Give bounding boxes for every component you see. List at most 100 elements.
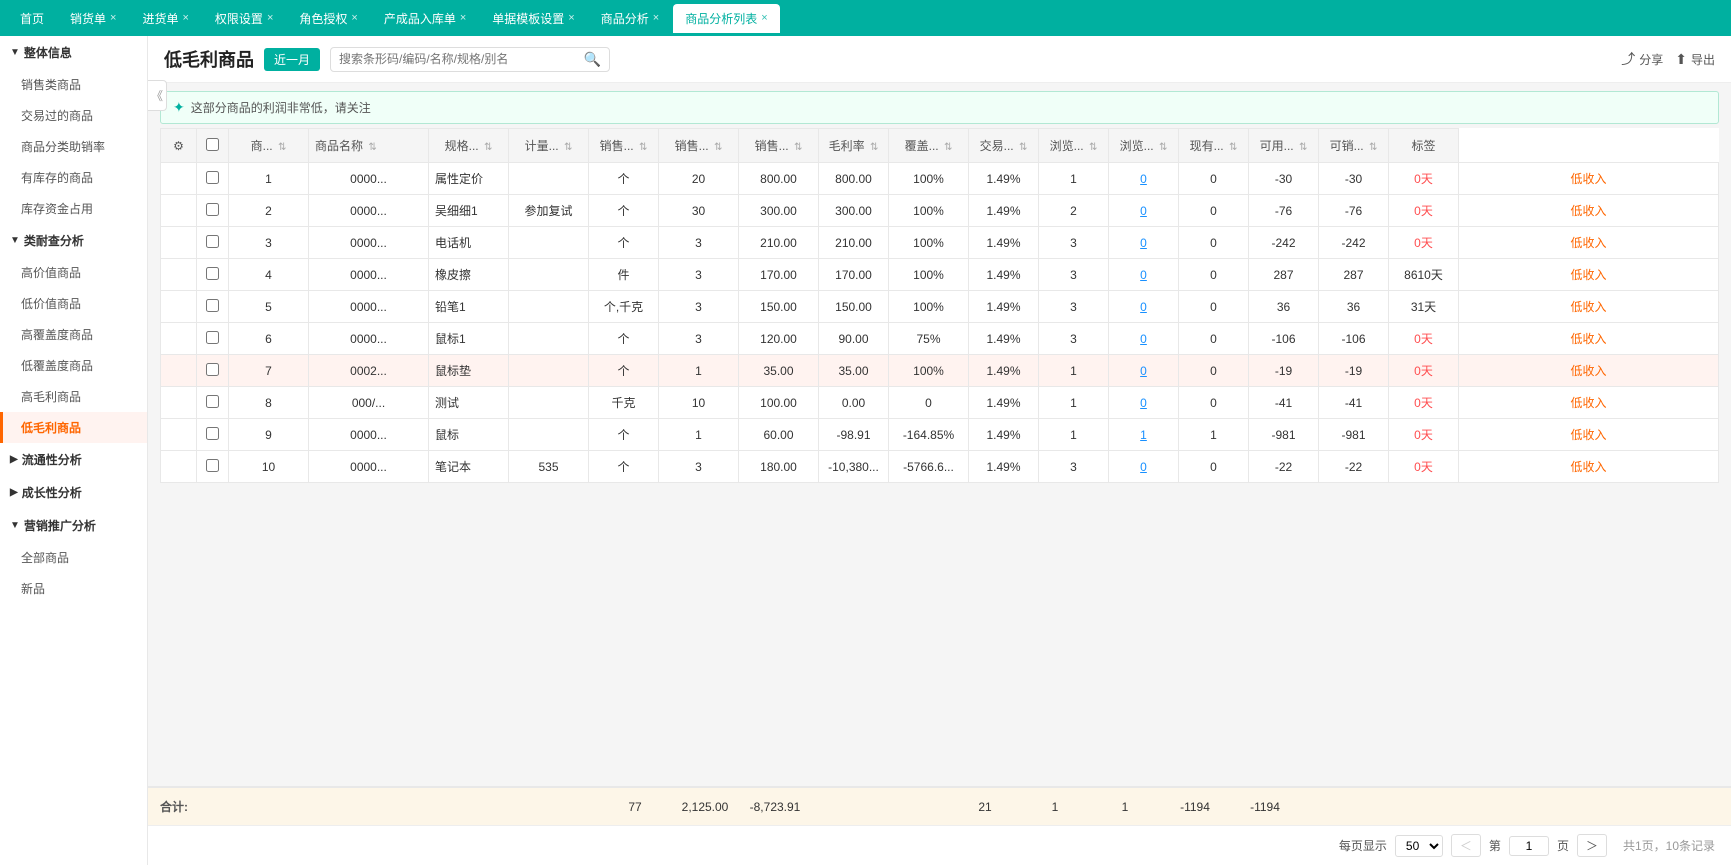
col-sales-price-header[interactable]: 销售... ⇅ [659, 129, 739, 163]
col-settings[interactable]: ⚙ [161, 129, 197, 163]
sidebar-group-flow[interactable]: ▶ 流通性分析 [0, 443, 147, 476]
sidebar-item-high-coverage[interactable]: 高覆盖度商品 [0, 319, 147, 350]
row-view1[interactable]: 0 [1109, 387, 1179, 419]
nav-purchase-close[interactable]: × [182, 12, 188, 24]
nav-permission-close[interactable]: × [267, 12, 273, 24]
nav-role[interactable]: 角色授权 × [287, 4, 369, 33]
row-index: 5 [229, 291, 309, 323]
sidebar-item-category-rate[interactable]: 商品分类助销率 [0, 131, 147, 162]
row-view1[interactable]: 0 [1109, 323, 1179, 355]
nav-role-close[interactable]: × [351, 12, 357, 24]
row-sales-qty: 1 [659, 419, 739, 451]
col-gross-header[interactable]: 毛利率 ⇅ [819, 129, 889, 163]
col-sales-qty-header[interactable]: 销售... ⇅ [589, 129, 659, 163]
row-transaction: 1 [1039, 163, 1109, 195]
col-view2-header[interactable]: 浏览... ⇅ [1109, 129, 1179, 163]
sidebar-item-new-products[interactable]: 新品 [0, 573, 147, 604]
nav-product-analysis-list-close[interactable]: × [761, 12, 767, 24]
row-sales-price: 150.00 [739, 291, 819, 323]
col-available-header[interactable]: 可用... ⇅ [1249, 129, 1319, 163]
sidebar-group-growth[interactable]: ▶ 成长性分析 [0, 476, 147, 509]
nav-permission[interactable]: 权限设置 × [203, 4, 285, 33]
row-checkbox-4[interactable] [206, 299, 219, 312]
total-transaction: 21 [950, 796, 1020, 818]
row-spec [509, 323, 589, 355]
row-checkbox-0[interactable] [206, 171, 219, 184]
nav-product-analysis-close[interactable]: × [653, 12, 659, 24]
main-content: 低毛利商品 近一月 ⤴ 分享 ⬆ 导出 这部分商品的利润非常低，请关注 [148, 36, 1731, 865]
row-checkbox-7[interactable] [206, 395, 219, 408]
row-checkbox-8[interactable] [206, 427, 219, 440]
row-view1[interactable]: 1 [1109, 419, 1179, 451]
sidebar-item-high-value[interactable]: 高价值商品 [0, 257, 147, 288]
nav-template[interactable]: 单据模板设置 × [480, 4, 586, 33]
col-check[interactable] [197, 129, 229, 163]
arrow-down-icon: ▼ [10, 47, 20, 58]
nav-home[interactable]: 首页 [8, 4, 56, 33]
sidebar-group-category[interactable]: ▼ 类耐查分析 [0, 224, 147, 257]
filter-recent-month-button[interactable]: 近一月 [264, 48, 320, 71]
col-saleable-header[interactable]: 可销... ⇅ [1319, 129, 1389, 163]
row-checkbox-1[interactable] [206, 203, 219, 216]
row-saleable-days: 0天 [1389, 355, 1459, 387]
sidebar-item-all-products[interactable]: 全部商品 [0, 542, 147, 573]
row-view1[interactable]: 0 [1109, 355, 1179, 387]
nav-finished-goods[interactable]: 产成品入库单 × [372, 4, 478, 33]
sidebar-item-in-stock[interactable]: 有库存的商品 [0, 162, 147, 193]
nav-finished-goods-close[interactable]: × [460, 12, 466, 24]
nav-sales-close[interactable]: × [110, 12, 116, 24]
row-current-stock: -76 [1249, 195, 1319, 227]
sidebar-item-low-value[interactable]: 低价值商品 [0, 288, 147, 319]
export-button[interactable]: ⬆ 导出 [1675, 49, 1715, 69]
sidebar-item-low-margin[interactable]: 低毛利商品 [0, 412, 147, 443]
row-view1[interactable]: 0 [1109, 227, 1179, 259]
nav-product-analysis-list[interactable]: 商品分析列表 × [673, 4, 779, 33]
sidebar-group-marketing[interactable]: ▼ 营销推广分析 [0, 509, 147, 542]
row-checkbox-2[interactable] [206, 235, 219, 248]
row-coverage: 1.49% [969, 355, 1039, 387]
sidebar-item-low-coverage[interactable]: 低覆盖度商品 [0, 350, 147, 381]
search-input[interactable] [339, 52, 584, 66]
row-sales-qty: 3 [659, 291, 739, 323]
row-view1[interactable]: 0 [1109, 259, 1179, 291]
row-checkbox-9[interactable] [206, 459, 219, 472]
col-view1-header[interactable]: 浏览... ⇅ [1039, 129, 1109, 163]
nav-purchase[interactable]: 进货单 × [130, 4, 200, 33]
col-sales-amount-header[interactable]: 销售... ⇅ [739, 129, 819, 163]
nav-sales[interactable]: 销货单 × [58, 4, 128, 33]
row-sales-amount: 0.00 [819, 387, 889, 419]
col-unit-header[interactable]: 计量... ⇅ [509, 129, 589, 163]
row-view1[interactable]: 0 [1109, 163, 1179, 195]
sidebar-item-capital[interactable]: 库存资金占用 [0, 193, 147, 224]
sidebar-item-high-margin[interactable]: 高毛利商品 [0, 381, 147, 412]
sidebar-group-overview[interactable]: ▼ 整体信息 [0, 36, 147, 69]
row-saleable-days: 8610天 [1389, 259, 1459, 291]
col-current-header[interactable]: 现有... ⇅ [1179, 129, 1249, 163]
page-number-input[interactable] [1509, 836, 1549, 856]
sidebar-collapse-button[interactable]: 《 [148, 80, 167, 111]
row-checkbox-3[interactable] [206, 267, 219, 280]
next-page-button[interactable]: ＞ [1577, 834, 1607, 857]
row-view1[interactable]: 0 [1109, 451, 1179, 483]
prev-page-button[interactable]: ＜ [1451, 834, 1481, 857]
row-available-stock: -41 [1319, 387, 1389, 419]
sidebar-item-sales-products[interactable]: 销售类商品 [0, 69, 147, 100]
row-view1[interactable]: 0 [1109, 291, 1179, 323]
nav-product-analysis[interactable]: 商品分析 × [589, 4, 671, 33]
page-size-select[interactable]: 50 [1395, 835, 1443, 857]
row-checkbox-5[interactable] [206, 331, 219, 344]
col-coverage-header[interactable]: 覆盖... ⇅ [889, 129, 969, 163]
col-code-header[interactable]: 商... ⇅ [229, 129, 309, 163]
check-all-checkbox[interactable] [206, 138, 219, 151]
col-transaction-header[interactable]: 交易... ⇅ [969, 129, 1039, 163]
row-checkbox-6[interactable] [206, 363, 219, 376]
sidebar-item-traded-products[interactable]: 交易过的商品 [0, 100, 147, 131]
row-code: 0000... [309, 419, 429, 451]
row-name: 电话机 [429, 227, 509, 259]
nav-template-close[interactable]: × [568, 12, 574, 24]
col-spec-header[interactable]: 规格... ⇅ [429, 129, 509, 163]
row-view1[interactable]: 0 [1109, 195, 1179, 227]
row-check-cell [197, 259, 229, 291]
col-name-header[interactable]: 商品名称 ⇅ [309, 129, 429, 163]
share-button[interactable]: ⤴ 分享 [1621, 49, 1663, 69]
